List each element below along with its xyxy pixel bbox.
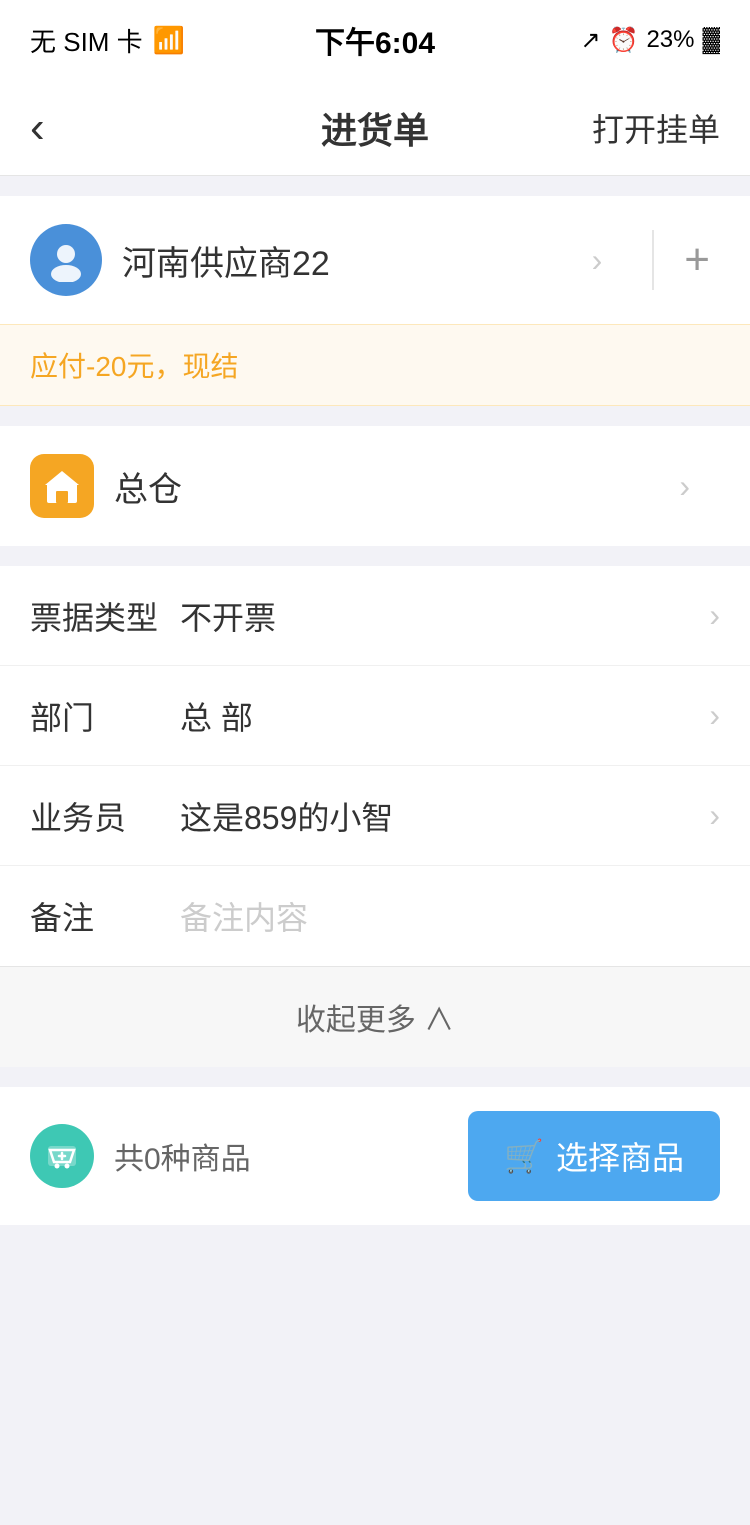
staff-row[interactable]: 业务员 这是859的小智 ›	[0, 766, 750, 866]
page-title: 进货单	[321, 102, 429, 154]
supplier-chevron-icon: ›	[592, 242, 603, 279]
remark-row[interactable]: 备注 备注内容	[0, 866, 750, 966]
product-count: 共0种商品	[114, 1134, 448, 1178]
select-btn-icon: 🛒	[504, 1137, 544, 1175]
battery-icon: ▓	[703, 26, 721, 54]
wifi-icon: 📶	[153, 25, 185, 56]
form-section: 票据类型 不开票 › 部门 总 部 › 业务员 这是859的小智 › 备注 备注…	[0, 566, 750, 966]
product-cart-icon	[30, 1124, 94, 1188]
select-product-button[interactable]: 🛒 选择商品	[468, 1111, 720, 1201]
invoice-type-row[interactable]: 票据类型 不开票 ›	[0, 566, 750, 666]
warehouse-section[interactable]: 总仓 ›	[0, 426, 750, 546]
battery-text: 23%	[646, 26, 694, 54]
invoice-value: 不开票	[170, 593, 709, 639]
supplier-name: 河南供应商22	[122, 236, 592, 285]
supplier-row[interactable]: 河南供应商22 › +	[0, 196, 750, 324]
status-time: 下午6:04	[315, 18, 435, 62]
supplier-section: 河南供应商22 › + 应付-20元，现结	[0, 196, 750, 406]
invoice-chevron-icon: ›	[709, 597, 720, 634]
cart-svg-icon	[44, 1138, 80, 1174]
select-btn-label: 选择商品	[556, 1133, 684, 1179]
collapse-button[interactable]: 收起更多 ∧	[0, 966, 750, 1067]
dept-row[interactable]: 部门 总 部 ›	[0, 666, 750, 766]
supplier-avatar	[30, 224, 102, 296]
carrier-text: 无 SIM 卡	[30, 22, 143, 59]
product-footer: 共0种商品 🛒 选择商品	[0, 1087, 750, 1225]
warehouse-svg-icon	[43, 467, 81, 505]
staff-label: 业务员	[30, 793, 170, 839]
dept-value: 总 部	[170, 693, 709, 739]
staff-chevron-icon: ›	[709, 797, 720, 834]
avatar-icon	[44, 238, 88, 282]
back-button[interactable]: ‹	[30, 103, 90, 153]
remark-input[interactable]: 备注内容	[170, 893, 720, 939]
location-icon: ↗	[580, 26, 600, 55]
warehouse-chevron-icon: ›	[679, 468, 690, 505]
dept-label: 部门	[30, 693, 170, 739]
notice-text: 应付-20元，现结	[30, 351, 238, 382]
supplier-divider	[652, 230, 654, 290]
invoice-label: 票据类型	[30, 593, 170, 639]
add-supplier-button[interactable]: +	[674, 235, 720, 285]
status-right: ↗ ⏰ 23% ▓	[580, 26, 720, 55]
nav-bar: ‹ 进货单 打开挂单	[0, 80, 750, 176]
warehouse-icon	[30, 454, 94, 518]
collapse-label: 收起更多 ∧	[296, 995, 454, 1039]
staff-value: 这是859的小智	[170, 793, 709, 839]
status-carrier: 无 SIM 卡 📶	[30, 22, 185, 59]
status-bar: 无 SIM 卡 📶 下午6:04 ↗ ⏰ 23% ▓	[0, 0, 750, 80]
empty-area	[0, 1225, 750, 1525]
open-pending-button[interactable]: 打开挂单	[592, 105, 720, 151]
notice-banner: 应付-20元，现结	[0, 324, 750, 406]
warehouse-name: 总仓	[114, 462, 679, 511]
dept-chevron-icon: ›	[709, 697, 720, 734]
remark-label: 备注	[30, 893, 170, 939]
alarm-icon: ⏰	[609, 26, 639, 55]
